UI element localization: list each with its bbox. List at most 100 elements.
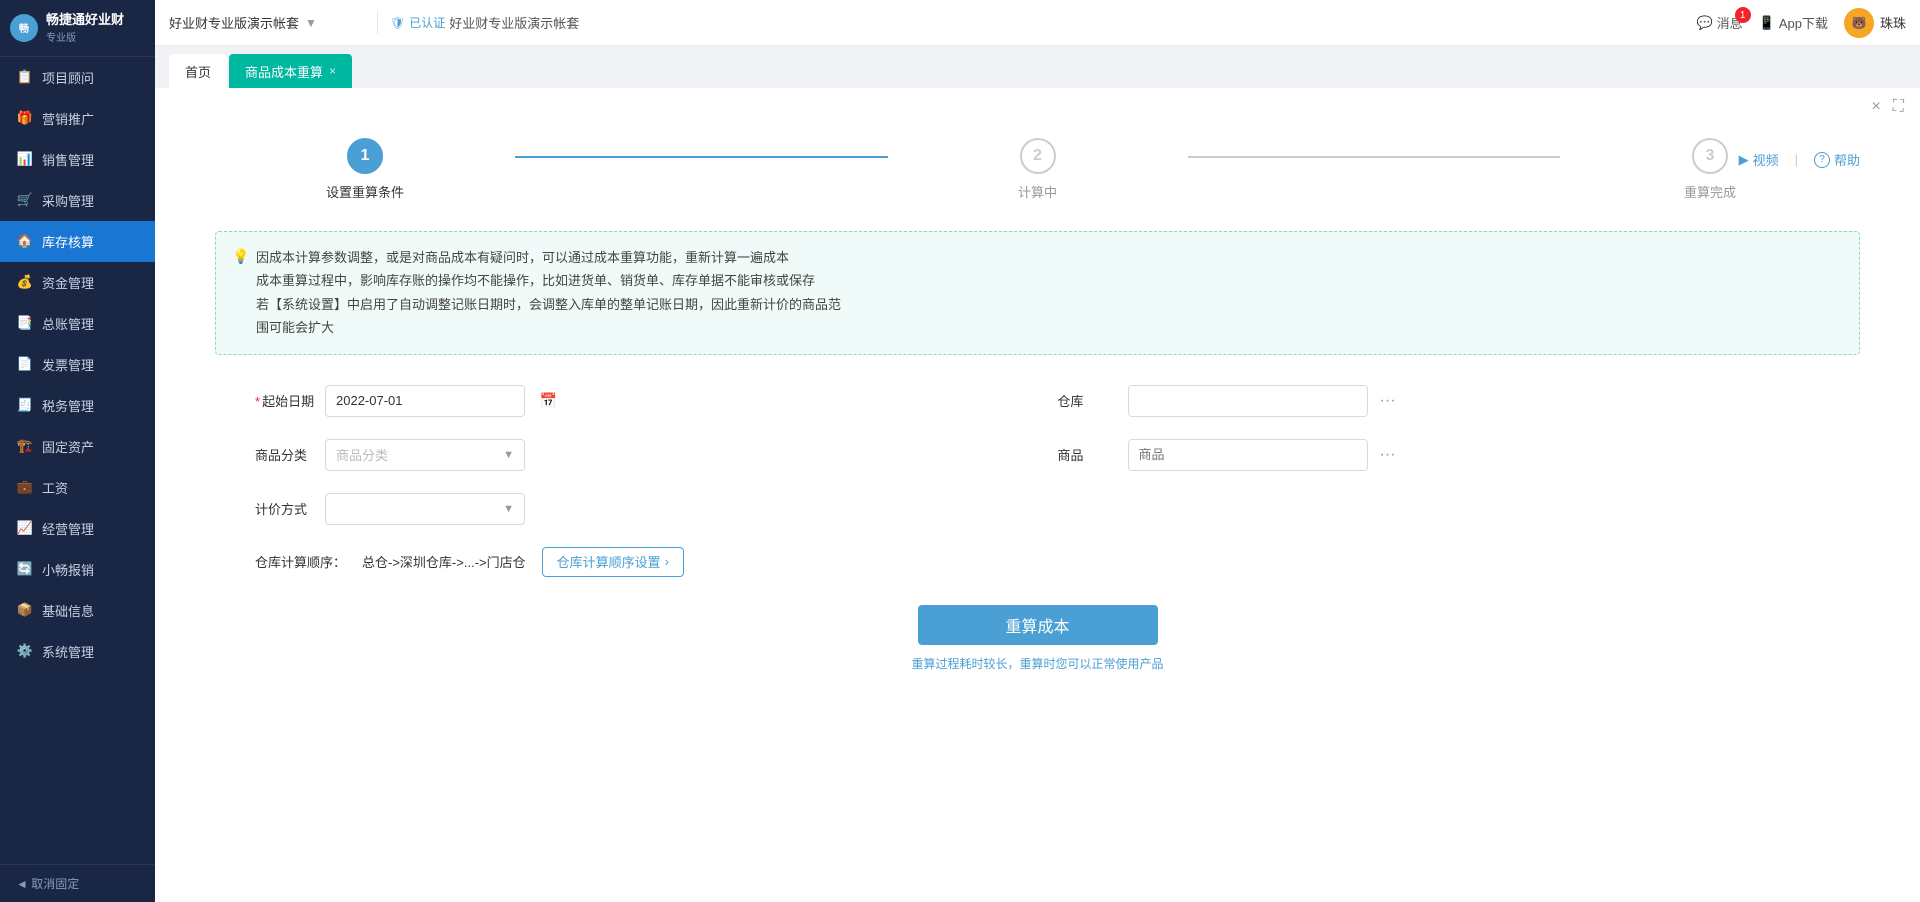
step-label-3: 重算完成 bbox=[1684, 182, 1736, 201]
recalc-hint-text: 重算过程耗时较长，重算时您可以正常使用产品 bbox=[911, 655, 1163, 672]
step-circle-1: 1 bbox=[347, 138, 383, 174]
expand-icon[interactable]: ⛶ bbox=[1893, 98, 1904, 116]
step-2: 2 计算中 bbox=[888, 138, 1188, 201]
app-name: 畅捷通好业财 bbox=[46, 12, 124, 29]
topbar-right: 💬 消息 1 📱 App下载 🐻 珠珠 bbox=[1696, 8, 1906, 38]
calendar-icon[interactable]: 📅 bbox=[540, 392, 557, 409]
sidebar-pin-toggle[interactable]: ◄ 取消固定 bbox=[0, 864, 155, 902]
warehouse-order-settings-button[interactable]: 仓库计算顺序设置 › bbox=[542, 547, 684, 577]
sidebar-item-label: 发票管理 bbox=[42, 355, 94, 374]
form-row-2: 商品分类 商品分类 ▼ 商品 ··· bbox=[255, 439, 1820, 471]
tab-close-icon[interactable]: × bbox=[329, 64, 336, 78]
main-area: 好业财专业版演示帐套 ▼ 🛡 已认证 好业财专业版演示帐套 💬 消息 1 📱 A… bbox=[155, 0, 1920, 902]
app-title-block: 畅捷通好业财 专业版 bbox=[46, 12, 124, 44]
tabbar: 首页 商品成本重算 × bbox=[155, 46, 1920, 88]
pricing-field: 计价方式 ▼ bbox=[255, 493, 1018, 525]
recalc-btn-label: 重算成本 bbox=[1005, 613, 1069, 637]
sidebar-item-label: 固定资产 bbox=[42, 437, 94, 456]
category-select[interactable]: 商品分类 ▼ bbox=[325, 439, 525, 471]
avatar: 🐻 bbox=[1844, 8, 1874, 38]
sidebar-item-label: 总账管理 bbox=[42, 314, 94, 333]
warehouse-input[interactable] bbox=[1128, 385, 1368, 417]
sidebar-item-payroll[interactable]: 💼 工资 bbox=[0, 467, 155, 508]
step-circle-2: 2 bbox=[1020, 138, 1056, 174]
sidebar-item-basic[interactable]: 📦 基础信息 bbox=[0, 590, 155, 631]
help-button[interactable]: ? 帮助 bbox=[1814, 150, 1860, 169]
form-section: *起始日期 📅 仓库 ··· 商 bbox=[215, 385, 1860, 672]
system-icon: ⚙️ bbox=[16, 642, 34, 660]
sidebar-item-label: 库存核算 bbox=[42, 232, 94, 251]
goods-input-wrapper: ··· bbox=[1128, 439, 1821, 471]
category-field: 商品分类 商品分类 ▼ bbox=[255, 439, 1018, 471]
warehouse-dots-button[interactable]: ··· bbox=[1372, 385, 1404, 417]
sidebar-item-assets[interactable]: 🏗️ 固定资产 bbox=[0, 426, 155, 467]
sidebar-item-ledger[interactable]: 📑 总账管理 bbox=[0, 303, 155, 344]
steps-container: 1 设置重算条件 2 计算中 3 重算完成 bbox=[215, 138, 1860, 201]
sidebar-item-label: 基础信息 bbox=[42, 601, 94, 620]
required-star: * bbox=[255, 394, 260, 409]
notice-lightbulb-icon: 💡 bbox=[232, 248, 249, 265]
expense-icon: 🔄 bbox=[16, 560, 34, 578]
video-label: 视频 bbox=[1753, 150, 1779, 169]
goods-input[interactable] bbox=[1128, 439, 1368, 471]
video-icon: ▶ bbox=[1739, 152, 1749, 168]
close-icon[interactable]: × bbox=[1871, 98, 1880, 116]
app-logo: 畅 bbox=[10, 14, 38, 42]
sidebar-item-system[interactable]: ⚙️ 系统管理 bbox=[0, 631, 155, 672]
notice-line-4: 围可能会扩大 bbox=[256, 316, 1841, 339]
step-helpers: ▶ 视频 | ? 帮助 bbox=[1739, 150, 1860, 169]
step-label-1: 设置重算条件 bbox=[326, 182, 404, 201]
sidebar-item-label: 资金管理 bbox=[42, 273, 94, 292]
tax-icon: 🧾 bbox=[16, 396, 34, 414]
tab-recalc-label: 商品成本重算 bbox=[245, 62, 323, 81]
pricing-select[interactable]: ▼ bbox=[325, 493, 525, 525]
sales-icon: 📊 bbox=[16, 150, 34, 168]
operations-icon: 📈 bbox=[16, 519, 34, 537]
sidebar-item-marketing[interactable]: 🎁 营销推广 bbox=[0, 98, 155, 139]
recalculate-button[interactable]: 重算成本 bbox=[918, 605, 1158, 645]
user-avatar-area[interactable]: 🐻 珠珠 bbox=[1844, 8, 1906, 38]
sidebar-item-invoice[interactable]: 📄 发票管理 bbox=[0, 344, 155, 385]
finance-icon: 💰 bbox=[16, 273, 34, 291]
tab-home[interactable]: 首页 bbox=[169, 54, 227, 88]
start-date-input[interactable] bbox=[325, 385, 525, 417]
sidebar-item-sales[interactable]: 📊 销售管理 bbox=[0, 139, 155, 180]
sidebar-item-label: 采购管理 bbox=[42, 191, 94, 210]
step-line-1 bbox=[515, 156, 888, 158]
app-download-button[interactable]: 📱 App下载 bbox=[1759, 13, 1828, 32]
notice-line-2: 成本重算过程中，影响库存账的操作均不能操作，比如进货单、销货单、库存单据不能审核… bbox=[256, 269, 1841, 292]
sidebar-nav: 📋 项目顾问 🎁 营销推广 📊 销售管理 🛒 采购管理 🏠 库存核算 💰 资金管… bbox=[0, 57, 155, 864]
warehouse-input-wrapper: ··· bbox=[1128, 385, 1821, 417]
content-area: × ⛶ 1 设置重算条件 2 计算中 bbox=[155, 88, 1920, 902]
sidebar-item-label: 系统管理 bbox=[42, 642, 94, 661]
message-icon: 💬 bbox=[1696, 15, 1712, 31]
purchase-icon: 🛒 bbox=[16, 191, 34, 209]
notice-line-3: 若【系统设置】中启用了自动调整记账日期时，会调整入库单的整单记账日期，因此重新计… bbox=[256, 293, 1841, 316]
sidebar-item-finance[interactable]: 💰 资金管理 bbox=[0, 262, 155, 303]
video-help-button[interactable]: ▶ 视频 bbox=[1739, 150, 1779, 169]
sidebar-item-operations[interactable]: 📈 经营管理 bbox=[0, 508, 155, 549]
warehouse-order-value: 总仓->深圳仓库->...->门店仓 bbox=[362, 552, 526, 571]
message-button[interactable]: 💬 消息 1 bbox=[1696, 13, 1742, 32]
account-dropdown-icon[interactable]: ▼ bbox=[305, 16, 317, 30]
sidebar-item-inventory[interactable]: 🏠 库存核算 bbox=[0, 221, 155, 262]
shield-icon: 🛡 bbox=[390, 16, 405, 30]
verified-badge: 已认证 bbox=[409, 14, 445, 31]
sidebar-item-label: 营销推广 bbox=[42, 109, 94, 128]
tab-home-label: 首页 bbox=[185, 62, 211, 81]
sidebar-item-project[interactable]: 📋 项目顾问 bbox=[0, 57, 155, 98]
goods-field: 商品 ··· bbox=[1058, 439, 1821, 471]
pricing-label: 计价方式 bbox=[255, 499, 315, 518]
goods-dots-button[interactable]: ··· bbox=[1372, 439, 1404, 471]
topbar-account[interactable]: 好业财专业版演示帐套 ▼ bbox=[169, 13, 369, 32]
warehouse-order-row: 仓库计算顺序： 总仓->深圳仓库->...->门店仓 仓库计算顺序设置 › bbox=[255, 547, 1820, 577]
step-circle-3: 3 bbox=[1692, 138, 1728, 174]
sidebar-item-purchase[interactable]: 🛒 采购管理 bbox=[0, 180, 155, 221]
sidebar-item-expense[interactable]: 🔄 小畅报销 bbox=[0, 549, 155, 590]
tab-recalc[interactable]: 商品成本重算 × bbox=[229, 54, 352, 88]
window-controls: × ⛶ bbox=[1871, 98, 1904, 116]
invoice-icon: 📄 bbox=[16, 355, 34, 373]
sidebar-item-label: 项目顾问 bbox=[42, 68, 94, 87]
sidebar-item-tax[interactable]: 🧾 税务管理 bbox=[0, 385, 155, 426]
category-label: 商品分类 bbox=[255, 445, 315, 464]
